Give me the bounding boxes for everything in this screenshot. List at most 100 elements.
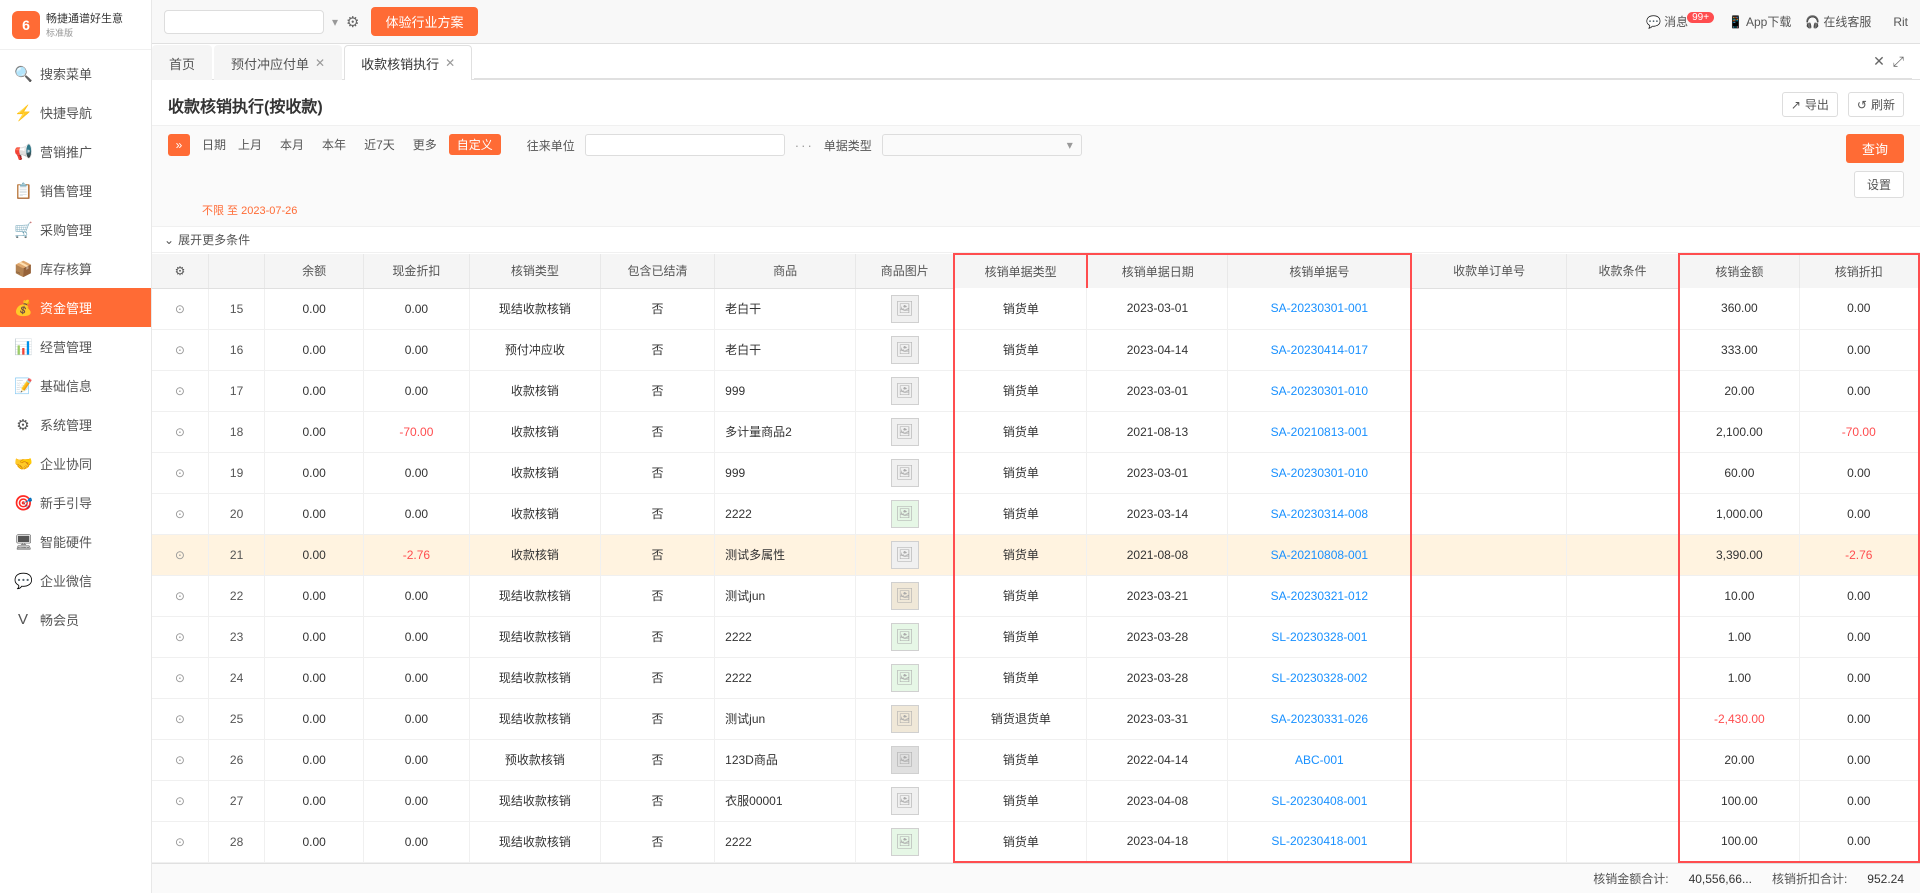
- col-gear[interactable]: ⚙: [152, 254, 208, 288]
- cell-goods-image[interactable]: 🖼: [856, 452, 955, 493]
- cell-goods-image[interactable]: 🖼: [856, 657, 955, 698]
- cell-gear[interactable]: ⊙: [152, 534, 208, 575]
- topbar-search-input[interactable]: [164, 10, 324, 34]
- cell-gear[interactable]: ⊙: [152, 575, 208, 616]
- online-service-button[interactable]: 🎧 在线客服: [1805, 13, 1871, 30]
- cell-goods-image[interactable]: 🖼: [856, 575, 955, 616]
- table-row: ⊙ 26 0.00 0.00 预收款核销 否 123D商品 🖼 销货单 2022…: [152, 739, 1919, 780]
- bill-no-link[interactable]: SA-20230314-008: [1271, 507, 1368, 521]
- tab-prepay-close[interactable]: ✕: [315, 56, 325, 70]
- sidebar-item-member[interactable]: V畅会员: [0, 600, 151, 639]
- total-amount-value: 40,556,66...: [1689, 872, 1752, 886]
- cell-goods-image[interactable]: 🖼: [856, 329, 955, 370]
- bill-no-link[interactable]: SL-20230418-001: [1271, 834, 1367, 848]
- partner-input[interactable]: [585, 134, 785, 156]
- voucher-type-select[interactable]: ▾: [882, 134, 1082, 156]
- cell-goods-image[interactable]: 🖼: [856, 370, 955, 411]
- expand-more-btn[interactable]: ⌄ 展开更多条件: [152, 227, 1920, 253]
- total-discount-value: 952.24: [1867, 872, 1904, 886]
- sidebar-item-wechat[interactable]: 💬企业微信: [0, 561, 151, 600]
- cell-cash-discount: 0.00: [364, 452, 470, 493]
- bill-no-link[interactable]: SA-20230301-010: [1271, 466, 1368, 480]
- cell-gear[interactable]: ⊙: [152, 616, 208, 657]
- sidebar-item-system[interactable]: ⚙系统管理: [0, 405, 151, 444]
- cell-writeoff-type: 收款核销: [469, 411, 600, 452]
- cell-gear[interactable]: ⊙: [152, 739, 208, 780]
- sidebar-logo: 6 畅捷通谱好生意 标准版: [0, 0, 151, 50]
- cell-goods-image[interactable]: 🖼: [856, 739, 955, 780]
- this-month-btn[interactable]: 本月: [274, 134, 310, 155]
- bill-no-link[interactable]: SA-20210813-001: [1271, 425, 1368, 439]
- filter-toggle-button[interactable]: »: [168, 134, 190, 156]
- sidebar-item-operation[interactable]: 📊经营管理: [0, 327, 151, 366]
- cell-goods-image[interactable]: 🖼: [856, 288, 955, 329]
- cell-goods-image[interactable]: 🖼: [856, 616, 955, 657]
- cell-include-settled: 否: [600, 616, 714, 657]
- custom-date-btn[interactable]: 自定义: [449, 134, 501, 155]
- guide-icon: 🎯: [14, 494, 32, 512]
- sidebar-item-guide[interactable]: 🎯新手引导: [0, 483, 151, 522]
- cell-goods-image[interactable]: 🖼: [856, 780, 955, 821]
- sidebar-item-collab[interactable]: 🤝企业协同: [0, 444, 151, 483]
- industry-solution-button[interactable]: 体验行业方案: [371, 7, 477, 36]
- tab-prepay[interactable]: 预付冲应付单 ✕: [214, 45, 342, 80]
- sidebar-item-sales[interactable]: 📋销售管理: [0, 171, 151, 210]
- topbar-dropdown-icon[interactable]: ▾: [332, 15, 338, 29]
- cell-gear[interactable]: ⊙: [152, 698, 208, 739]
- cell-gear[interactable]: ⊙: [152, 493, 208, 534]
- tab-receipt-writeoff[interactable]: 收款核销执行 ✕: [344, 45, 472, 80]
- cell-gear[interactable]: ⊙: [152, 288, 208, 329]
- bill-no-link[interactable]: SA-20230321-012: [1271, 589, 1368, 603]
- settings-button[interactable]: 设置: [1854, 171, 1904, 198]
- tab-home[interactable]: 首页: [152, 45, 212, 80]
- refresh-button[interactable]: ↺ 刷新: [1848, 92, 1904, 117]
- cell-goods: 2222: [715, 821, 856, 862]
- cell-gear[interactable]: ⊙: [152, 411, 208, 452]
- cell-balance: 0.00: [265, 821, 364, 862]
- cell-goods-image[interactable]: 🖼: [856, 493, 955, 534]
- cell-goods-image[interactable]: 🖼: [856, 411, 955, 452]
- last7-btn[interactable]: 近7天: [358, 134, 401, 155]
- col-include-settled: 包含已结清: [600, 254, 714, 288]
- maximize-icon[interactable]: ⤢: [1893, 53, 1904, 70]
- sidebar-item-hardware[interactable]: 🖥智能硬件: [0, 522, 151, 561]
- cell-goods-image[interactable]: 🖼: [856, 534, 955, 575]
- bill-no-link[interactable]: SA-20210808-001: [1271, 548, 1368, 562]
- bill-no-link[interactable]: SL-20230408-001: [1271, 794, 1367, 808]
- bill-no-link[interactable]: SA-20230301-010: [1271, 384, 1368, 398]
- user-avatar[interactable]: Rit: [1893, 15, 1908, 29]
- cell-gear[interactable]: ⊙: [152, 452, 208, 493]
- tab-receipt-writeoff-close[interactable]: ✕: [445, 56, 455, 70]
- sidebar-item-inventory[interactable]: 📦库存核算: [0, 249, 151, 288]
- bill-no-link[interactable]: ABC-001: [1295, 753, 1344, 767]
- sidebar-item-label: 系统管理: [40, 415, 92, 434]
- cell-gear[interactable]: ⊙: [152, 370, 208, 411]
- more-date-btn[interactable]: 更多: [407, 134, 443, 155]
- table-row: ⊙ 24 0.00 0.00 现结收款核销 否 2222 🖼 销货单 2023-…: [152, 657, 1919, 698]
- bill-no-link[interactable]: SA-20230331-026: [1271, 712, 1368, 726]
- sidebar-item-search[interactable]: 🔍搜索菜单: [0, 54, 151, 93]
- query-button[interactable]: 查询: [1846, 134, 1904, 163]
- bill-no-link[interactable]: SA-20230301-001: [1271, 301, 1368, 315]
- message-button[interactable]: 💬 消息 99+: [1646, 13, 1714, 30]
- this-year-btn[interactable]: 本年: [316, 134, 352, 155]
- cell-goods-image[interactable]: 🖼: [856, 698, 955, 739]
- cell-gear[interactable]: ⊙: [152, 329, 208, 370]
- sidebar-item-basic[interactable]: 📝基础信息: [0, 366, 151, 405]
- cell-gear[interactable]: ⊙: [152, 657, 208, 698]
- last-month-btn[interactable]: 上月: [232, 134, 268, 155]
- sidebar-item-marketing[interactable]: 📢营销推广: [0, 132, 151, 171]
- sidebar-item-quicknav[interactable]: ⚡快捷导航: [0, 93, 151, 132]
- cell-gear[interactable]: ⊙: [152, 821, 208, 862]
- bill-no-link[interactable]: SL-20230328-001: [1271, 630, 1367, 644]
- close-tab-icon[interactable]: ✕: [1873, 53, 1885, 70]
- cell-goods-image[interactable]: 🖼: [856, 821, 955, 862]
- sidebar-item-purchase[interactable]: 🛒采购管理: [0, 210, 151, 249]
- sidebar-item-finance[interactable]: 💰资金管理: [0, 288, 151, 327]
- bill-no-link[interactable]: SL-20230328-002: [1271, 671, 1367, 685]
- topbar-gear-icon[interactable]: ⚙: [346, 13, 359, 31]
- export-button[interactable]: ↗ 导出: [1782, 92, 1838, 117]
- cell-gear[interactable]: ⊙: [152, 780, 208, 821]
- bill-no-link[interactable]: SA-20230414-017: [1271, 343, 1368, 357]
- app-download-button[interactable]: 📱 App下载: [1728, 13, 1791, 30]
